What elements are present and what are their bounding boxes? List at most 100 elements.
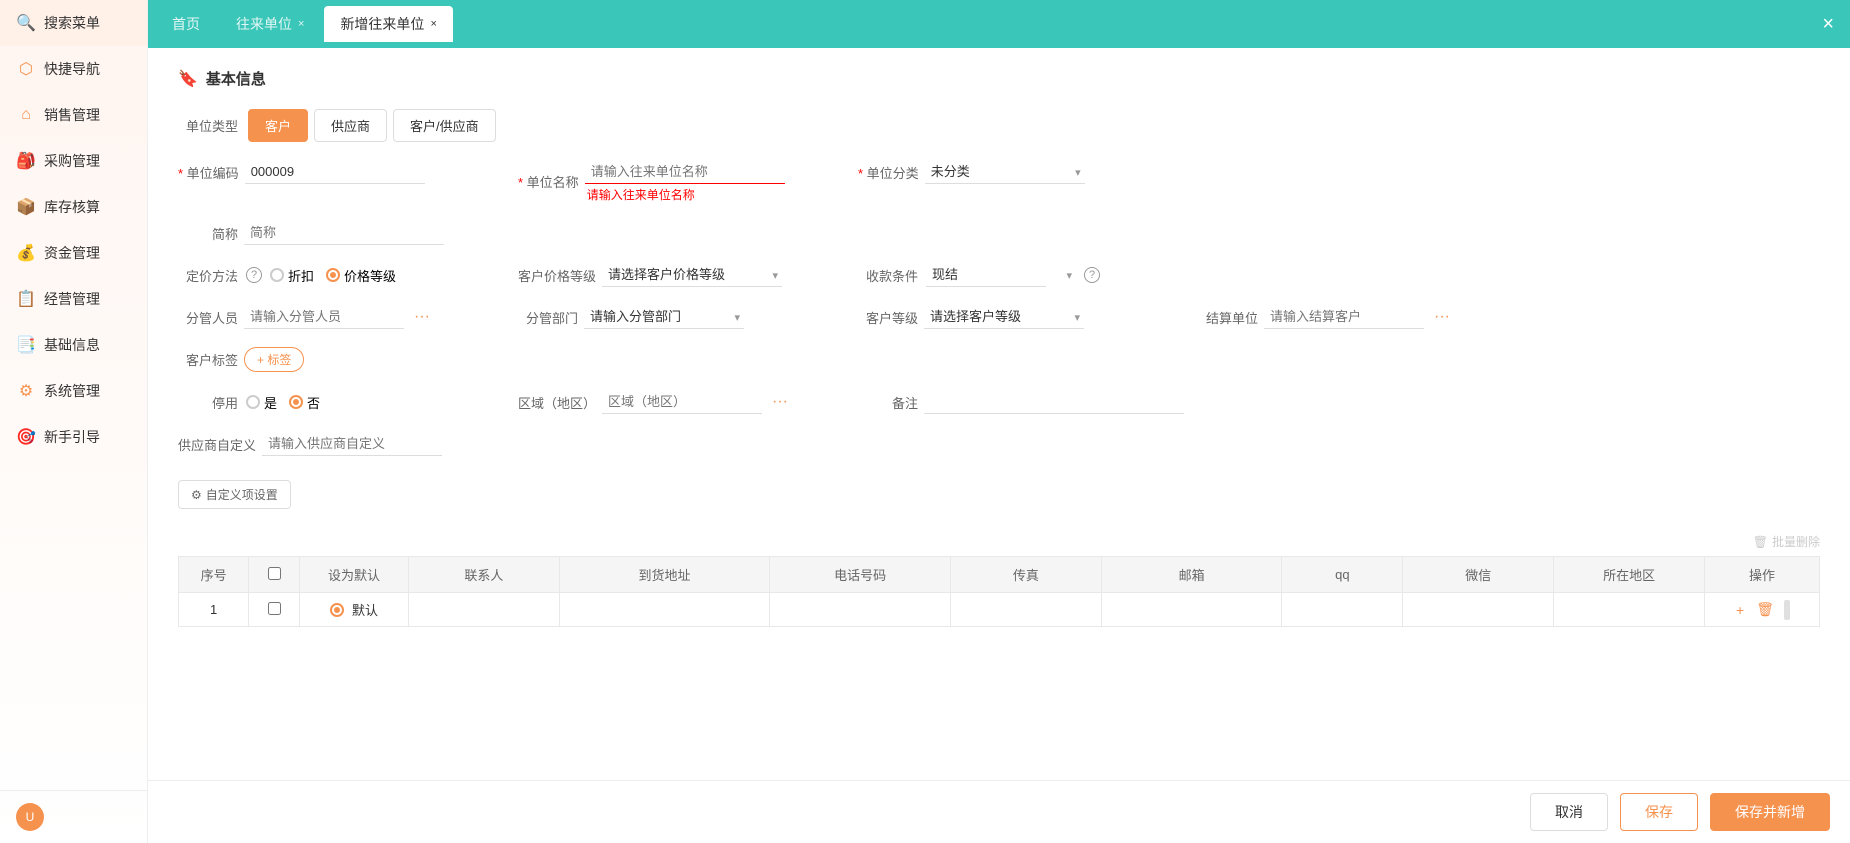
save-btn[interactable]: 保存 [1620, 793, 1698, 831]
window-close-btn[interactable]: × [1814, 9, 1842, 40]
col-email: 邮箱 [1101, 557, 1282, 593]
customer-price-level-select-wrapper[interactable]: 请选择客户价格等级 [602, 263, 782, 287]
unit-category-select-wrapper[interactable]: 未分类 [925, 160, 1085, 184]
section-title: 基本信息 [206, 68, 266, 89]
customer-level-select[interactable]: 请选择客户等级 [924, 305, 1084, 329]
customer-level-select-wrapper[interactable]: 请选择客户等级 [924, 305, 1084, 329]
customer-price-level-select[interactable]: 请选择客户价格等级 [602, 263, 782, 287]
remarks-input[interactable] [924, 390, 1184, 414]
row-default-label: 默认 [352, 600, 378, 619]
contact-table: 序号 设为默认 联系人 到货地址 电话号码 传真 邮箱 qq 微信 所在地区 操… [178, 556, 1820, 627]
supplier-custom-input[interactable] [262, 432, 442, 456]
pricing-method-help-icon[interactable]: ? [246, 267, 262, 283]
unit-category-select[interactable]: 未分类 [925, 160, 1085, 184]
settlement-unit-group: 结算单位 ··· [1198, 305, 1498, 329]
settlement-unit-more-btn[interactable]: ··· [1430, 308, 1454, 326]
pricing-method-radios: 折扣 价格等级 [270, 266, 396, 285]
payment-terms-help-icon[interactable]: ? [1084, 267, 1100, 283]
select-all-checkbox[interactable] [268, 567, 281, 580]
unit-name-wrapper: 请输入往来单位名称 [585, 160, 785, 203]
disabled-radios: 是 否 [246, 393, 320, 412]
disabled-yes-circle [246, 395, 260, 409]
department-select[interactable]: 请输入分管部门 [584, 305, 744, 329]
sidebar-item-operations[interactable]: 📋 经营管理 [0, 276, 147, 322]
row-contact[interactable] [408, 593, 559, 627]
row-phone-input[interactable] [810, 602, 910, 617]
settlement-unit-input[interactable] [1264, 305, 1424, 329]
unit-type-supplier-btn[interactable]: 供应商 [314, 109, 387, 142]
disabled-yes-radio[interactable]: 是 [246, 393, 277, 412]
batch-delete-btn[interactable]: 🗑 批量删除 [1753, 533, 1820, 550]
operations-icon: 📋 [16, 289, 36, 309]
manager-more-btn[interactable]: ··· [410, 308, 434, 326]
sidebar-item-sales[interactable]: ⌂ 销售管理 [0, 92, 147, 138]
row-wechat-input[interactable] [1438, 602, 1518, 617]
sidebar-item-quick-nav[interactable]: ⬡ 快捷导航 [0, 46, 147, 92]
unit-name-error: 请输入往来单位名称 [587, 186, 785, 203]
tab-home[interactable]: 首页 [156, 6, 216, 42]
manager-input[interactable] [244, 305, 404, 329]
row-qq[interactable] [1282, 593, 1403, 627]
custom-settings-btn[interactable]: ⚙ 自定义项设置 [178, 480, 291, 509]
department-select-wrapper[interactable]: 请输入分管部门 [584, 305, 744, 329]
sidebar-item-system[interactable]: ⚙ 系统管理 [0, 368, 147, 414]
customer-price-level-label: 客户价格等级 [518, 266, 596, 285]
sidebar-item-basic-info[interactable]: 📑 基础信息 [0, 322, 147, 368]
row-phone[interactable] [770, 593, 951, 627]
department-label: 分管部门 [518, 308, 578, 327]
region-input[interactable] [602, 390, 762, 414]
manager-group: 分管人员 ··· [178, 305, 478, 329]
sidebar-item-finance[interactable]: 💰 资金管理 [0, 230, 147, 276]
row-add-btn[interactable]: + [1734, 600, 1746, 620]
tab-partner[interactable]: 往来单位 × [220, 6, 320, 42]
sidebar-item-inventory[interactable]: 📦 库存核算 [0, 184, 147, 230]
add-tag-btn[interactable]: + 标签 [244, 347, 304, 372]
col-wechat: 微信 [1403, 557, 1554, 593]
payment-terms-select[interactable]: 现结 [926, 263, 1046, 287]
payment-terms-select-wrapper[interactable]: 现结 [926, 263, 1076, 287]
row-email-input[interactable] [1142, 602, 1242, 617]
pricing-discount-radio[interactable]: 折扣 [270, 266, 314, 285]
unit-code-input[interactable] [245, 160, 425, 184]
unit-name-input[interactable] [585, 160, 785, 184]
tab-partner-close[interactable]: × [298, 18, 304, 30]
manager-row: 分管人员 ··· 分管部门 请输入分管部门 客户等级 [178, 305, 1820, 329]
sidebar-item-purchase[interactable]: 🎒 采购管理 [0, 138, 147, 184]
disabled-no-circle [289, 395, 303, 409]
unit-type-both-btn[interactable]: 客户/供应商 [393, 109, 496, 142]
short-name-input[interactable] [244, 221, 444, 245]
row-drag-handle[interactable] [1784, 600, 1790, 620]
row-address-input[interactable] [605, 602, 725, 617]
col-checkbox[interactable] [249, 557, 300, 593]
row-default-radio[interactable]: 默认 [310, 600, 398, 619]
cancel-btn[interactable]: 取消 [1530, 793, 1608, 831]
row-region-input[interactable] [1589, 602, 1669, 617]
row-fax-input[interactable] [986, 602, 1066, 617]
row-contact-input[interactable] [444, 602, 524, 617]
sidebar-item-search[interactable]: 🔍 搜索菜单 [0, 0, 147, 46]
pricing-level-radio[interactable]: 价格等级 [326, 266, 396, 285]
unit-type-customer-btn[interactable]: 客户 [248, 109, 308, 142]
region-more-btn[interactable]: ··· [768, 393, 792, 411]
save-new-btn[interactable]: 保存并新增 [1710, 793, 1830, 831]
sidebar-item-guide[interactable]: 🎯 新手引导 [0, 414, 147, 460]
unit-type-label: 单位类型 [178, 116, 238, 135]
region-group: 区域（地区） ··· [518, 390, 818, 414]
tab-new-partner[interactable]: 新增往来单位 × [324, 6, 452, 42]
row-checkbox[interactable] [249, 593, 300, 627]
tag-row: 客户标签 + 标签 [178, 347, 1820, 372]
row-address[interactable] [559, 593, 770, 627]
disabled-no-radio[interactable]: 否 [289, 393, 320, 412]
row-select-checkbox[interactable] [268, 602, 281, 615]
main-area: 首页 往来单位 × 新增往来单位 × × 🔖 基本信息 单位类型 客户 [148, 0, 1850, 843]
row-delete-btn[interactable]: 🗑 [1754, 599, 1776, 620]
row-fax[interactable] [950, 593, 1101, 627]
row-region[interactable] [1554, 593, 1705, 627]
disabled-label: 停用 [178, 393, 238, 412]
row-qq-input[interactable] [1312, 602, 1372, 617]
gear-icon: ⚙ [191, 488, 202, 502]
tab-new-partner-close[interactable]: × [430, 18, 436, 30]
row-email[interactable] [1101, 593, 1282, 627]
col-region: 所在地区 [1554, 557, 1705, 593]
row-wechat[interactable] [1403, 593, 1554, 627]
